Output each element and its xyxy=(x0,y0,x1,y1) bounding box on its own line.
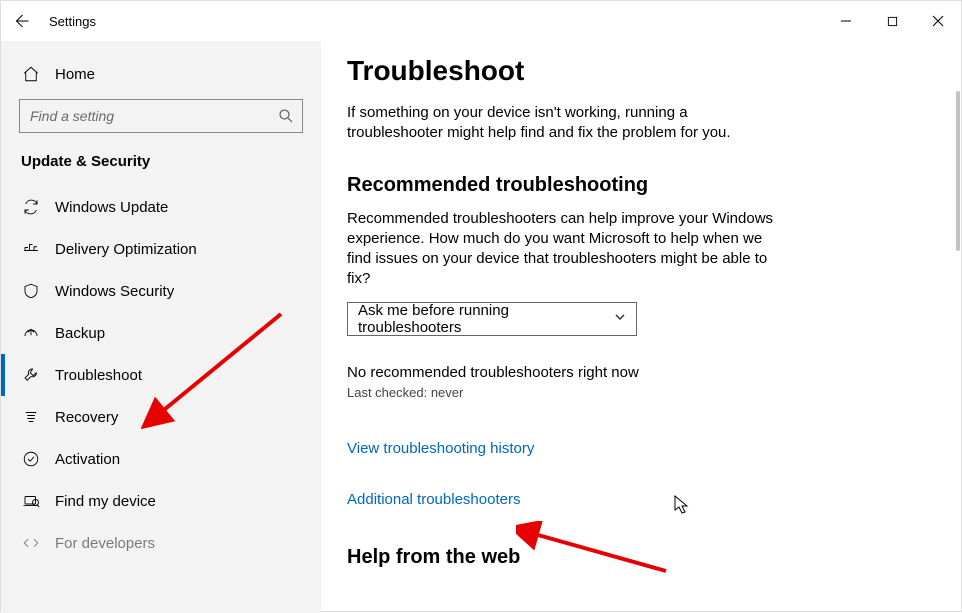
sidebar-item-delivery-optimization[interactable]: Delivery Optimization xyxy=(1,228,321,270)
sidebar-item-label: Activation xyxy=(55,451,120,468)
window-title: Settings xyxy=(49,14,823,29)
no-recommended-text: No recommended troubleshooters right now xyxy=(347,364,961,381)
sidebar-item-windows-update[interactable]: Windows Update xyxy=(1,186,321,228)
sidebar-item-recovery[interactable]: Recovery xyxy=(1,396,321,438)
dropdown-value: Ask me before running troubleshooters xyxy=(358,302,614,336)
sidebar-item-find-my-device[interactable]: Find my device xyxy=(1,480,321,522)
shield-icon xyxy=(21,281,41,301)
search-input[interactable] xyxy=(19,99,303,133)
sidebar-item-label: Delivery Optimization xyxy=(55,241,197,258)
intro-text: If something on your device isn't workin… xyxy=(347,103,787,144)
backup-icon xyxy=(21,323,41,343)
recovery-icon xyxy=(21,407,41,427)
scrollbar[interactable] xyxy=(956,91,960,251)
find-device-icon xyxy=(21,491,41,511)
section-recommended-body: Recommended troubleshooters can help imp… xyxy=(347,209,777,290)
titlebar: Settings xyxy=(1,1,961,41)
sidebar-item-label: Recovery xyxy=(55,409,118,426)
delivery-icon xyxy=(21,239,41,259)
back-button[interactable] xyxy=(1,1,41,41)
link-view-history[interactable]: View troubleshooting history xyxy=(347,440,534,457)
sidebar-item-label: Find my device xyxy=(55,493,156,510)
section-help-from-web-title: Help from the web xyxy=(347,546,961,569)
sidebar-item-troubleshoot[interactable]: Troubleshoot xyxy=(1,354,321,396)
sidebar-item-label: Troubleshoot xyxy=(55,367,142,384)
wrench-icon xyxy=(21,365,41,385)
mouse-cursor-icon xyxy=(674,495,690,515)
sidebar-item-windows-security[interactable]: Windows Security xyxy=(1,270,321,312)
content-pane: Troubleshoot If something on your device… xyxy=(321,41,961,613)
sidebar-item-label: Windows Security xyxy=(55,283,174,300)
chevron-down-icon xyxy=(614,310,626,327)
close-button[interactable] xyxy=(915,1,961,41)
minimize-button[interactable] xyxy=(823,1,869,41)
sidebar-item-label: Windows Update xyxy=(55,199,168,216)
page-title: Troubleshoot xyxy=(347,55,961,87)
section-recommended-title: Recommended troubleshooting xyxy=(347,174,961,197)
sync-icon xyxy=(21,197,41,217)
troubleshoot-preference-dropdown[interactable]: Ask me before running troubleshooters xyxy=(347,302,637,336)
sidebar-item-label: Backup xyxy=(55,325,105,342)
search-icon xyxy=(277,107,295,125)
category-title: Update & Security xyxy=(1,147,321,186)
link-additional-troubleshooters[interactable]: Additional troubleshooters xyxy=(347,491,520,508)
check-circle-icon xyxy=(21,449,41,469)
sidebar: Home Update & Security Windows Update De… xyxy=(1,41,321,613)
sidebar-item-for-developers[interactable]: For developers xyxy=(1,522,321,564)
sidebar-item-backup[interactable]: Backup xyxy=(1,312,321,354)
nav-home[interactable]: Home xyxy=(1,53,321,95)
sidebar-item-label: For developers xyxy=(55,535,155,552)
code-icon xyxy=(21,533,41,553)
nav-home-label: Home xyxy=(55,66,95,83)
sidebar-item-activation[interactable]: Activation xyxy=(1,438,321,480)
maximize-button[interactable] xyxy=(869,1,915,41)
last-checked-text: Last checked: never xyxy=(347,385,961,400)
home-icon xyxy=(21,64,41,84)
